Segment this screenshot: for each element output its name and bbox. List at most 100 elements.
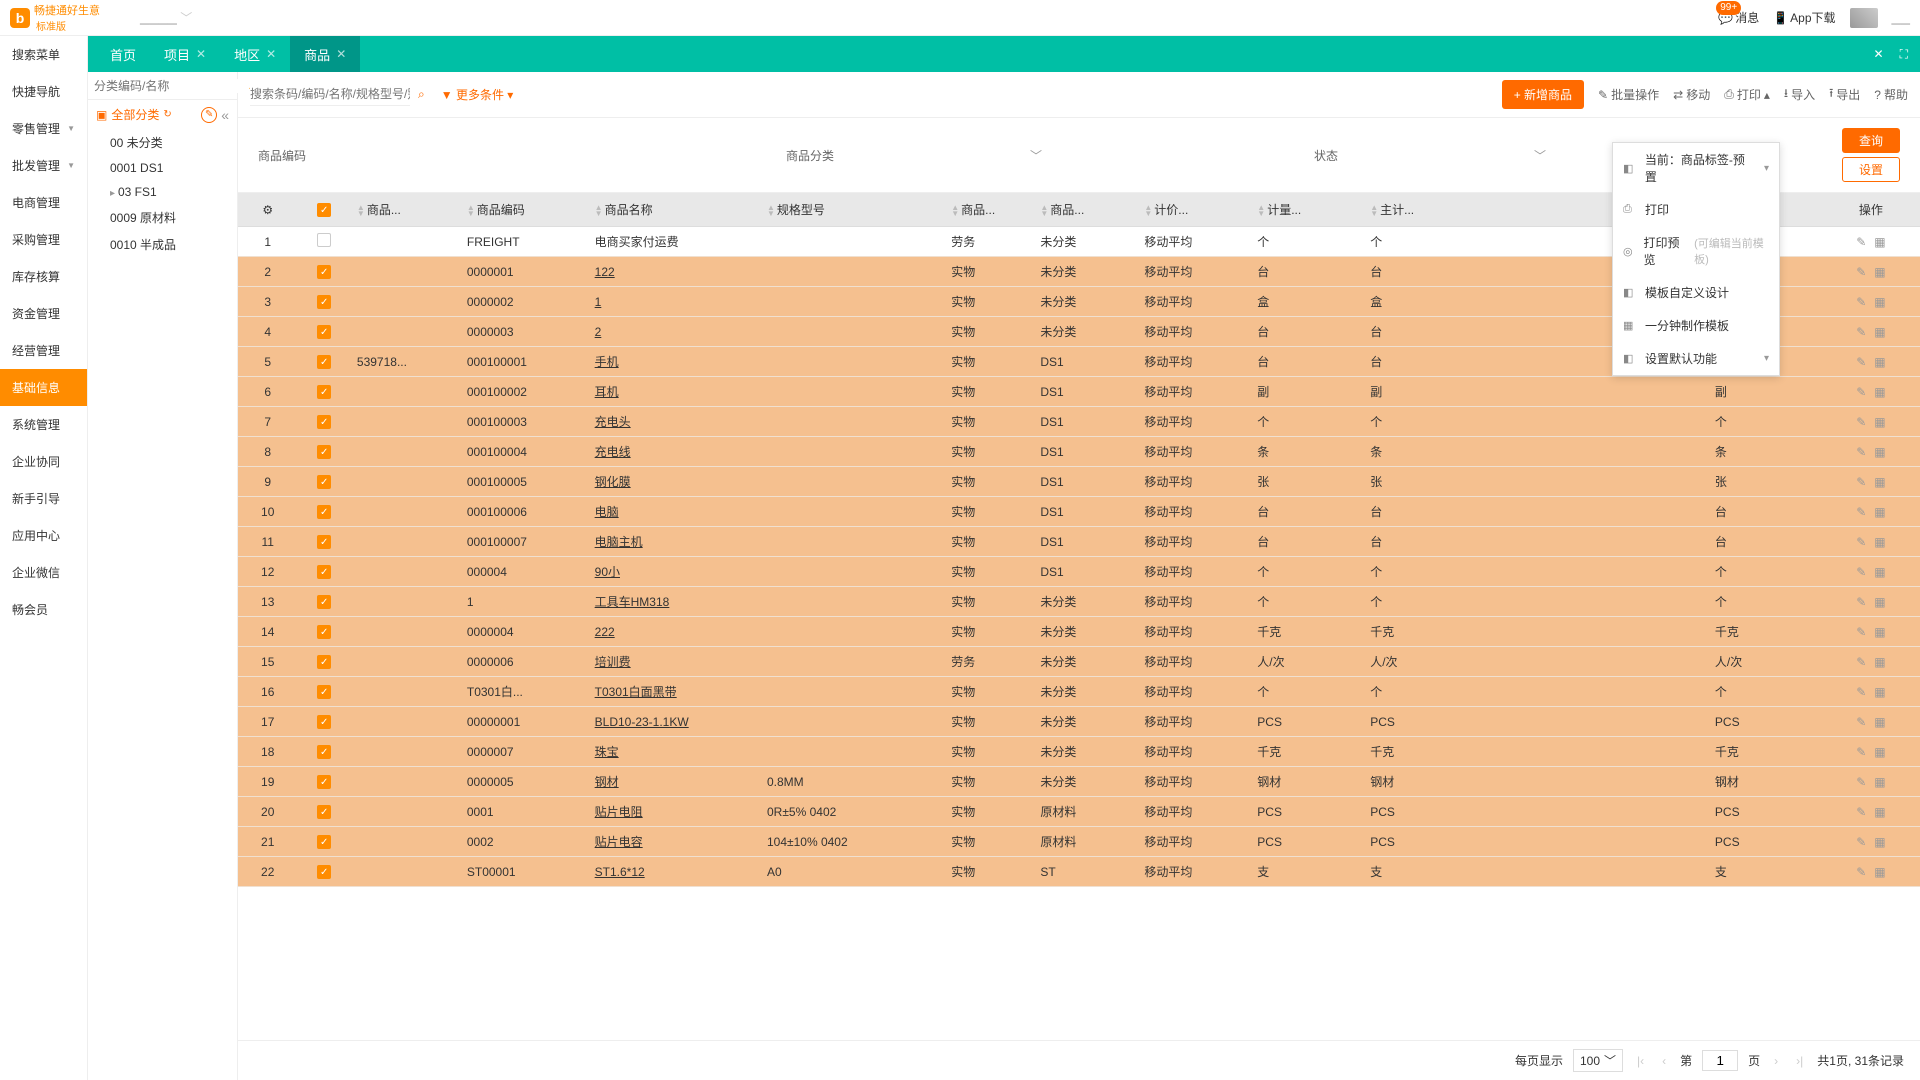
edit-row-icon[interactable]: ✎ [1856, 835, 1866, 849]
table-row[interactable]: 8✓000100004充电线实物DS1移动平均条条条✎▦ [238, 437, 1920, 467]
prev-page-button[interactable]: ‹ [1658, 1054, 1670, 1068]
more-row-icon[interactable]: ▦ [1874, 235, 1885, 249]
row-checkbox[interactable]: ✓ [317, 745, 331, 759]
help-button[interactable]: ?帮助 [1874, 86, 1908, 103]
search-button[interactable]: 查询 [1842, 128, 1900, 153]
row-checkbox[interactable]: ✓ [317, 775, 331, 789]
sidebar-item[interactable]: 快捷导航 [0, 73, 87, 110]
settings-button[interactable]: 设置 [1842, 157, 1900, 182]
collapse-tree-icon[interactable]: « [221, 107, 229, 123]
table-row[interactable]: 21✓0002贴片电容104±10% 0402实物原材料移动平均PCSPCSPC… [238, 827, 1920, 857]
sidebar-item[interactable]: 搜索菜单 [0, 36, 87, 73]
fullscreen-icon[interactable]: ⛶ [1896, 43, 1912, 66]
sidebar-item[interactable]: 企业微信 [0, 554, 87, 591]
row-checkbox[interactable]: ✓ [317, 385, 331, 399]
product-name-link[interactable]: BLD10-23-1.1KW [595, 715, 689, 729]
row-checkbox[interactable]: ✓ [317, 535, 331, 549]
more-row-icon[interactable]: ▦ [1874, 265, 1885, 279]
row-checkbox[interactable]: ✓ [317, 565, 331, 579]
dropdown-item[interactable]: ◧模板自定义设计 [1613, 276, 1779, 309]
move-button[interactable]: ⇄移动 [1673, 86, 1710, 103]
col-barcode[interactable]: ▲▼商品... [351, 193, 461, 227]
close-icon[interactable]: ✕ [266, 47, 276, 61]
dropdown-item[interactable]: ▦一分钟制作模板 [1613, 309, 1779, 342]
close-icon[interactable]: ✕ [196, 47, 206, 61]
dropdown-item[interactable]: ◧设置默认功能▾ [1613, 342, 1779, 375]
product-name-link[interactable]: 2 [595, 325, 602, 339]
product-name-link[interactable]: 电脑 [595, 505, 619, 519]
more-filters-button[interactable]: ▼ 更多条件 ▾ [441, 86, 514, 103]
product-name-link[interactable]: 培训费 [595, 655, 631, 669]
col-attr[interactable]: ▲▼商品... [945, 193, 1034, 227]
product-name-link[interactable]: 1 [595, 295, 602, 309]
edit-row-icon[interactable]: ✎ [1856, 775, 1866, 789]
more-row-icon[interactable]: ▦ [1874, 835, 1885, 849]
sidebar-item[interactable]: 系统管理 [0, 406, 87, 443]
messages-button[interactable]: 💬 消息 99+ [1718, 9, 1759, 26]
row-checkbox[interactable]: ✓ [317, 805, 331, 819]
edit-row-icon[interactable]: ✎ [1856, 355, 1866, 369]
edit-row-icon[interactable]: ✎ [1856, 685, 1866, 699]
more-row-icon[interactable]: ▦ [1874, 385, 1885, 399]
tab[interactable]: 项目✕ [150, 36, 220, 72]
row-checkbox[interactable]: ✓ [317, 415, 331, 429]
row-checkbox[interactable]: ✓ [317, 265, 331, 279]
col-main-unit[interactable]: ▲▼主计... [1364, 193, 1477, 227]
edit-row-icon[interactable]: ✎ [1856, 865, 1866, 879]
product-name-link[interactable]: 90小 [595, 565, 620, 579]
sidebar-item[interactable]: 资金管理 [0, 295, 87, 332]
product-name-link[interactable]: 贴片电阻 [595, 805, 643, 819]
more-row-icon[interactable]: ▦ [1874, 415, 1885, 429]
tree-node[interactable]: 0009 原材料 [88, 204, 237, 231]
col-spec[interactable]: ▲▼规格型号 [761, 193, 945, 227]
tree-node[interactable]: 0001 DS1 [88, 156, 237, 180]
table-row[interactable]: 9✓000100005钢化膜实物DS1移动平均张张张✎▦ [238, 467, 1920, 497]
table-row[interactable]: 12✓00000490小实物DS1移动平均个个个✎▦ [238, 557, 1920, 587]
edit-row-icon[interactable]: ✎ [1856, 595, 1866, 609]
table-row[interactable]: 11✓000100007电脑主机实物DS1移动平均台台台✎▦ [238, 527, 1920, 557]
dropdown-item[interactable]: ◎打印预览(可编辑当前模板) [1613, 226, 1779, 276]
table-row[interactable]: 19✓0000005钢材0.8MM实物未分类移动平均钢材钢材钢材✎▦ [238, 767, 1920, 797]
col-settings[interactable]: ⚙ [238, 193, 297, 227]
filter-status-select[interactable]: ﹀ [1346, 143, 1546, 168]
more-row-icon[interactable]: ▦ [1874, 565, 1885, 579]
row-checkbox[interactable]: ✓ [317, 715, 331, 729]
row-checkbox[interactable]: ✓ [317, 865, 331, 879]
table-row[interactable]: 20✓0001贴片电阻0R±5% 0402实物原材料移动平均PCSPCSPCS✎… [238, 797, 1920, 827]
dropdown-item[interactable]: ⎙打印 [1613, 193, 1779, 226]
print-button[interactable]: ⎙打印 ▴ [1724, 86, 1770, 103]
product-name-link[interactable]: 钢材 [595, 775, 619, 789]
row-checkbox[interactable]: ✓ [317, 835, 331, 849]
filter-category-select[interactable]: ﹀ [842, 143, 1042, 168]
add-product-button[interactable]: + 新增商品 [1502, 80, 1584, 109]
row-checkbox[interactable]: ✓ [317, 475, 331, 489]
product-name-link[interactable]: 钢化膜 [595, 475, 631, 489]
tab-close-all-icon[interactable]: ✕ [1870, 43, 1888, 66]
last-page-button[interactable]: ›| [1792, 1054, 1807, 1068]
tree-search-input[interactable] [94, 79, 249, 93]
more-row-icon[interactable]: ▦ [1874, 715, 1885, 729]
row-checkbox[interactable]: ✓ [317, 655, 331, 669]
edit-row-icon[interactable]: ✎ [1856, 715, 1866, 729]
tree-node[interactable]: ▸03 FS1 [88, 180, 237, 204]
col-code[interactable]: ▲▼商品编码 [461, 193, 589, 227]
sidebar-item[interactable]: 电商管理 [0, 184, 87, 221]
refresh-icon[interactable]: ↻ [163, 109, 171, 120]
close-icon[interactable]: ✕ [336, 47, 346, 61]
sidebar-item[interactable]: 零售管理▼ [0, 110, 87, 147]
sidebar-item[interactable]: 基础信息 [0, 369, 87, 406]
edit-row-icon[interactable]: ✎ [1856, 475, 1866, 489]
sidebar-item[interactable]: 企业协同 [0, 443, 87, 480]
dropdown-item[interactable]: ◧当前：商品标签-预置▾ [1613, 143, 1779, 193]
tree-all-categories[interactable]: 全部分类 [111, 106, 159, 123]
next-page-button[interactable]: › [1770, 1054, 1782, 1068]
product-name-link[interactable]: 122 [595, 265, 615, 279]
tree-expand-icon[interactable]: ▣ [96, 108, 107, 122]
tree-node[interactable]: 0010 半成品 [88, 231, 237, 258]
table-row[interactable]: 13✓1工具车HM318实物未分类移动平均个个个✎▦ [238, 587, 1920, 617]
more-row-icon[interactable]: ▦ [1874, 295, 1885, 309]
batch-ops-button[interactable]: ✎批量操作 [1598, 86, 1659, 103]
more-row-icon[interactable]: ▦ [1874, 685, 1885, 699]
product-name-link[interactable]: 工具车HM318 [595, 595, 670, 609]
sidebar-item[interactable]: 库存核算 [0, 258, 87, 295]
